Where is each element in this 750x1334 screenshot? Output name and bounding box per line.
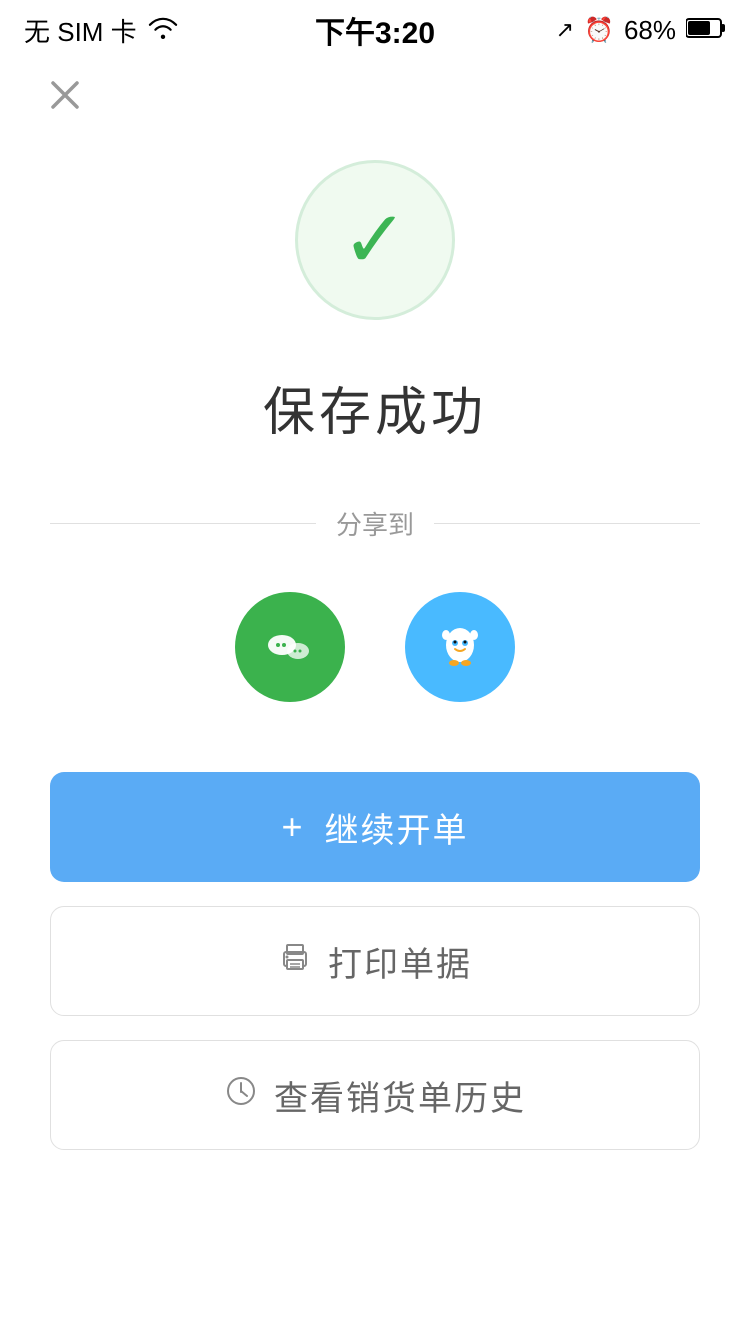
status-right: ↗ ⏰ 68% bbox=[556, 15, 726, 46]
main-content: ✓ 保存成功 分享到 bbox=[0, 60, 750, 1150]
share-section: 分享到 bbox=[0, 505, 750, 702]
no-sim-label: 无 SIM 卡 bbox=[24, 12, 137, 49]
continue-label: 继续开单 bbox=[325, 803, 469, 852]
alarm-icon: ⏰ bbox=[584, 16, 614, 45]
print-label: 打印单据 bbox=[328, 937, 472, 986]
status-bar: 无 SIM 卡 下午3:20 ↗ ⏰ 68% bbox=[0, 0, 750, 60]
qq-icon bbox=[430, 617, 490, 677]
clock-icon bbox=[224, 1074, 258, 1117]
action-buttons: + 继续开单 打印单据 bbox=[50, 772, 700, 1150]
continue-button[interactable]: + 继续开单 bbox=[50, 772, 700, 882]
status-time: 下午3:20 bbox=[315, 8, 435, 52]
printer-icon bbox=[278, 940, 312, 983]
share-icons bbox=[50, 592, 700, 702]
checkmark-icon: ✓ bbox=[341, 200, 408, 280]
history-label: 查看销货单历史 bbox=[274, 1071, 526, 1120]
print-button[interactable]: 打印单据 bbox=[50, 906, 700, 1016]
close-button[interactable] bbox=[40, 70, 90, 120]
plus-icon: + bbox=[281, 806, 304, 848]
wifi-icon bbox=[147, 15, 179, 46]
share-qq-button[interactable] bbox=[405, 592, 515, 702]
location-icon: ↗ bbox=[556, 17, 574, 43]
share-wechat-button[interactable] bbox=[235, 592, 345, 702]
share-label: 分享到 bbox=[336, 505, 414, 542]
success-icon-circle: ✓ bbox=[295, 160, 455, 320]
battery-percent: 68% bbox=[624, 15, 676, 46]
success-title: 保存成功 bbox=[263, 370, 487, 445]
battery-icon bbox=[686, 15, 726, 46]
wechat-icon bbox=[260, 617, 320, 677]
status-left: 无 SIM 卡 bbox=[24, 12, 179, 49]
share-divider: 分享到 bbox=[50, 505, 700, 542]
history-button[interactable]: 查看销货单历史 bbox=[50, 1040, 700, 1150]
